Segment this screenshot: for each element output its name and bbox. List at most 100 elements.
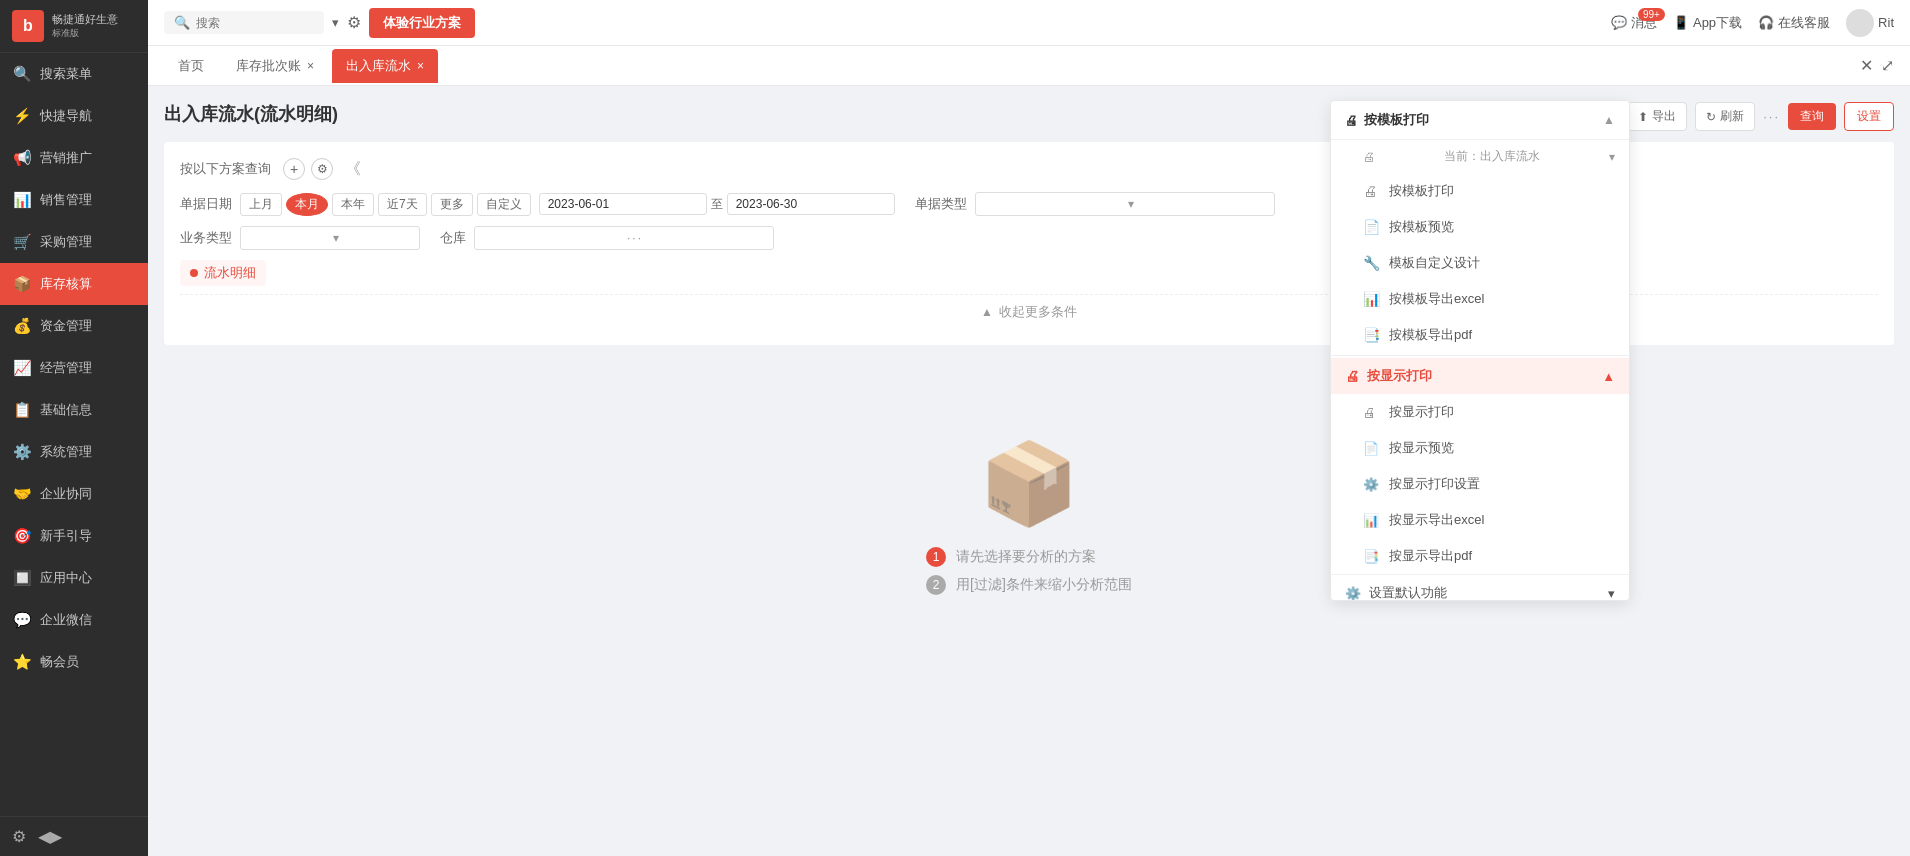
current-icon: 🖨	[1363, 150, 1375, 164]
tab-home-label: 首页	[178, 57, 204, 75]
setting-btn[interactable]: 设置	[1844, 102, 1894, 131]
sidebar-item-guide[interactable]: 🎯 新手引导	[0, 515, 148, 557]
dropdown-item-template-custom[interactable]: 🔧 模板自定义设计	[1331, 245, 1629, 281]
online-service-btn[interactable]: 🎧 在线客服	[1758, 14, 1830, 32]
filter-add-btn[interactable]: +	[283, 158, 305, 180]
dropdown-title: 🖨 按模板打印	[1345, 111, 1429, 129]
sidebar-item-purchase[interactable]: 🛒 采购管理	[0, 221, 148, 263]
biztype-label: 业务类型	[180, 229, 232, 247]
query-btn[interactable]: 查询	[1788, 103, 1836, 130]
display-pdf-icon: 📑	[1363, 549, 1381, 564]
dropdown-item-template-print[interactable]: 🖨 按模板打印	[1331, 173, 1629, 209]
sidebar-item-system[interactable]: ⚙️ 系统管理	[0, 431, 148, 473]
topbar: 🔍 ▾ ⚙ 体验行业方案 💬 消息 99+ 📱 App下载 🎧 在线客服	[148, 0, 1910, 46]
empty-illustration: 📦	[979, 437, 1079, 531]
chevron-up-icon: ▲	[981, 305, 993, 319]
filter-biztype-field: 业务类型 ▾	[180, 226, 420, 250]
date-to-input[interactable]	[727, 193, 895, 215]
filter-actions: + ⚙	[283, 158, 333, 180]
display-settings-icon: ⚙️	[1363, 477, 1381, 492]
trial-btn[interactable]: 体验行业方案	[369, 8, 475, 38]
tab-flow-label: 出入库流水	[346, 57, 411, 75]
dropdown-collapse-icon[interactable]: ▲	[1603, 113, 1615, 127]
topbar-search-box[interactable]: 🔍	[164, 11, 324, 34]
filter-date-field: 单据日期 上月 本月 本年 近7天 更多 自定义 至	[180, 193, 895, 216]
dropdown-item-display-excel[interactable]: 📊 按显示导出excel	[1345, 502, 1629, 538]
topbar-dropdown[interactable]: ▾	[332, 15, 339, 30]
date-btn-last-7-days[interactable]: 近7天	[378, 193, 427, 216]
dropdown-item-template-excel[interactable]: 📊 按模板导出excel	[1331, 281, 1629, 317]
dropdown-section-display[interactable]: 🖨 按显示打印 ▲	[1331, 358, 1629, 394]
apps-icon: 🔲	[12, 568, 32, 588]
app-download-btn[interactable]: 📱 App下载	[1673, 14, 1742, 32]
sidebar-item-label: 应用中心	[40, 569, 92, 587]
settings-bottom-icon[interactable]: ⚙	[12, 827, 26, 846]
dropdown-item-display-pdf[interactable]: 📑 按显示导出pdf	[1345, 538, 1629, 574]
dropdown-item-display-preview[interactable]: 📄 按显示预览	[1345, 430, 1629, 466]
sidebar-item-basic[interactable]: 📋 基础信息	[0, 389, 148, 431]
topbar-gear-icon[interactable]: ⚙	[347, 13, 361, 32]
sidebar-item-marketing[interactable]: 📢 营销推广	[0, 137, 148, 179]
warehouse-more-icon: ···	[627, 231, 763, 245]
sidebar-item-label: 营销推广	[40, 149, 92, 167]
sidebar-item-wechat[interactable]: 💬 企业微信	[0, 599, 148, 641]
maximize-btn[interactable]: ⤢	[1881, 56, 1894, 75]
template-pdf-icon: 📑	[1363, 327, 1381, 343]
dropdown-header: 🖨 按模板打印 ▲	[1331, 101, 1629, 140]
system-icon: ⚙️	[12, 442, 32, 462]
date-btn-custom[interactable]: 自定义	[477, 193, 531, 216]
user-avatar-area[interactable]: Rit	[1846, 9, 1894, 37]
sidebar-item-corp[interactable]: 🤝 企业协同	[0, 473, 148, 515]
dropdown-footer-settings[interactable]: ⚙️ 设置默认功能 ▾	[1331, 574, 1629, 600]
sidebar-item-inventory[interactable]: 📦 库存核算	[0, 263, 148, 305]
export-btn[interactable]: ⬆ 导出	[1627, 102, 1687, 131]
topbar-search-input[interactable]	[196, 16, 296, 30]
date-btn-more[interactable]: 更多	[431, 193, 473, 216]
dropdown-item-display-settings[interactable]: ⚙️ 按显示打印设置	[1345, 466, 1629, 502]
sidebar-item-member[interactable]: ⭐ 畅会员	[0, 641, 148, 683]
sidebar-item-apps[interactable]: 🔲 应用中心	[0, 557, 148, 599]
topbar-search-icon: 🔍	[174, 15, 190, 30]
date-btn-this-month[interactable]: 本月	[286, 193, 328, 216]
tab-batch-close-icon[interactable]: ×	[307, 59, 314, 73]
tab-batch[interactable]: 库存批次账 ×	[222, 49, 328, 83]
sidebar-item-label: 采购管理	[40, 233, 92, 251]
filter-gear-btn[interactable]: ⚙	[311, 158, 333, 180]
sidebar-item-finance[interactable]: 💰 资金管理	[0, 305, 148, 347]
dropdown-item-template-pdf[interactable]: 📑 按模板导出pdf	[1331, 317, 1629, 353]
filter-collapse-icon[interactable]: 《	[345, 159, 361, 180]
collapse-sidebar-icon[interactable]: ◀▶	[38, 827, 62, 846]
message-btn[interactable]: 💬 消息 99+	[1611, 14, 1657, 32]
sidebar-item-quicknav[interactable]: ⚡ 快捷导航	[0, 95, 148, 137]
doctype-select[interactable]: ▾	[975, 192, 1275, 216]
tab-flow[interactable]: 出入库流水 ×	[332, 49, 438, 83]
biztype-select[interactable]: ▾	[240, 226, 420, 250]
tab-home[interactable]: 首页	[164, 49, 218, 83]
dropdown-item-display-print[interactable]: 🖨 按显示打印	[1345, 394, 1629, 430]
close-all-tabs-btn[interactable]: ✕	[1860, 56, 1873, 75]
topbar-dropdown-arrow: ▾	[332, 15, 339, 30]
filter-tag-dot	[190, 269, 198, 277]
dropdown-item-template-preview[interactable]: 📄 按模板预览	[1331, 209, 1629, 245]
tab-flow-close-icon[interactable]: ×	[417, 59, 424, 73]
sidebar-item-sales[interactable]: 📊 销售管理	[0, 179, 148, 221]
app-download-icon: 📱	[1673, 15, 1689, 30]
step-2-text: 用[过滤]条件来缩小分析范围	[956, 576, 1132, 594]
sidebar-logo: b 畅捷通好生意 标准版	[0, 0, 148, 53]
app-name: 畅捷通好生意	[52, 12, 118, 27]
online-service-label: 在线客服	[1778, 14, 1830, 32]
filter-tag-label: 流水明细	[204, 264, 256, 282]
filter-doctype-field: 单据类型 ▾	[915, 192, 1275, 216]
date-btn-this-year[interactable]: 本年	[332, 193, 374, 216]
filter-label: 按以下方案查询	[180, 160, 271, 178]
sidebar-item-label: 基础信息	[40, 401, 92, 419]
sidebar-item-search[interactable]: 🔍 搜索菜单	[0, 53, 148, 95]
sidebar-item-label: 经营管理	[40, 359, 92, 377]
sidebar-item-operation[interactable]: 📈 经营管理	[0, 347, 148, 389]
date-btn-last-month[interactable]: 上月	[240, 193, 282, 216]
current-arrow: ▾	[1609, 150, 1615, 164]
warehouse-select[interactable]: ···	[474, 226, 774, 250]
refresh-btn[interactable]: ↻ 刷新	[1695, 102, 1755, 131]
date-from-input[interactable]	[539, 193, 707, 215]
more-actions-dots[interactable]: ···	[1763, 109, 1780, 124]
